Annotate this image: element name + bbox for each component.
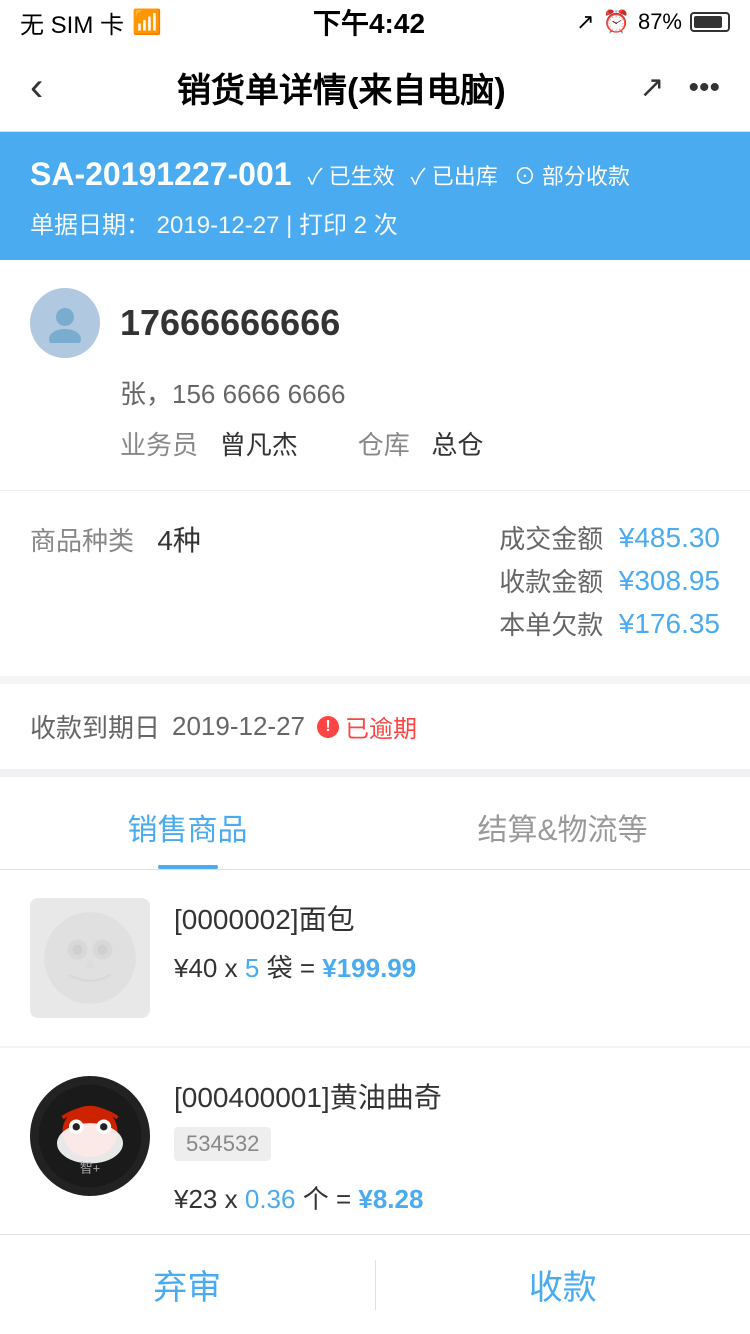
order-status-badges: ✓ 已生效 ✓ 已出库 ⊙ 部分收款 [308,159,630,191]
product-unit-price-2: ¥23 [174,1184,217,1214]
order-header: SA-20191227-001 ✓ 已生效 ✓ 已出库 ⊙ 部分收款 单据日期：… [0,132,750,260]
status-time: 下午4:42 [313,2,425,42]
customer-phone: 17666666666 [120,302,340,344]
category-value: 4种 [157,525,201,556]
share-icon[interactable]: ↗ [639,70,664,105]
product-thumbnail-1 [30,898,150,1018]
product-thumbnail-2: 智+ [30,1076,150,1196]
received-value: ¥308.95 [619,565,720,597]
order-date-value: 2019-12-27 [157,212,280,239]
table-row: [0000002]面包 ¥40 x 5 袋 = ¥199.99 [0,870,750,1046]
battery-label: 87% [638,9,682,35]
received-label: 收款金额 [499,562,603,599]
nav-bar: ‹ 销货单详情(来自电脑) ↗ ••• [0,44,750,132]
category-label: 商品种类 [30,526,134,556]
back-button[interactable]: ‹ [30,65,43,110]
warehouse-label: 仓库 [358,430,410,460]
product-list: [0000002]面包 ¥40 x 5 袋 = ¥199.99 [0,870,750,1244]
order-date-row: 单据日期： 2019-12-27 | 打印 2 次 [30,205,720,240]
confirm-button[interactable]: 收款 [376,1240,750,1329]
product-multiply-2: x [225,1184,245,1214]
tab-settlement[interactable]: 结算&物流等 [375,777,750,869]
badge-dispatched: ✓ 已出库 [411,159,498,191]
product-info-1: [0000002]面包 ¥40 x 5 袋 = ¥199.99 [174,898,720,985]
warehouse-value: 总仓 [431,430,483,460]
overdue-badge: ! 已逾期 [317,709,417,744]
order-date-label: 单据日期： [30,212,150,239]
badge-partial-payment: ⊙ 部分收款 [514,159,630,191]
page-title: 销货单详情(来自电脑) [177,63,506,112]
due-date-value: 2019-12-27 [172,711,305,742]
alarm-icon: ⏰ [603,9,630,35]
product-total-2: ¥8.28 [358,1184,423,1214]
status-right: ↗ ⏰ 87% [576,9,730,35]
more-icon[interactable]: ••• [688,71,720,105]
overdue-icon: ! [317,716,339,738]
carrier-label: 无 SIM 卡 [20,5,124,40]
product-price-1: ¥40 x 5 袋 = ¥199.99 [174,948,720,985]
product-name-1: [0000002]面包 [174,898,720,938]
order-id: SA-20191227-001 [30,156,292,193]
due-date-label: 收款到期日 [30,708,160,745]
product-name-2: [000400001]黄油曲奇 [174,1076,720,1116]
product-qty-2: 0.36 [245,1184,296,1214]
wifi-icon: 📶 [132,8,162,37]
battery-icon [690,12,730,32]
status-left: 无 SIM 卡 📶 [20,5,162,40]
table-row: 智+ [000400001]黄油曲奇 534532 ¥23 x 0.36 个 =… [0,1048,750,1244]
product-unit-1: 袋 [267,953,293,983]
location-icon: ↗ [576,9,594,35]
bottom-bar: 弃审 收款 [0,1234,750,1334]
avatar [30,288,100,358]
summary-card: 商品种类 4种 成交金额 ¥485.30 收款金额 ¥308.95 本单欠款 ¥… [0,491,750,684]
customer-card: 17666666666 张，156 6666 6666 业务员 曾凡杰 仓库 总… [0,260,750,491]
due-date-row: 收款到期日 2019-12-27 ! 已逾期 [0,684,750,777]
product-unit-price-1: ¥40 [174,953,217,983]
product-unit-2: 个 [303,1184,329,1214]
amount-value: ¥485.30 [619,522,720,554]
product-multiply-1: x [225,953,245,983]
tab-products[interactable]: 销售商品 [0,777,375,869]
sales-label: 业务员 [120,430,198,460]
product-equals-1: = [300,953,322,983]
debt-value: ¥176.35 [619,608,720,640]
print-count: | 打印 2 次 [286,212,398,239]
overdue-text: 已逾期 [345,709,417,744]
product-sku-2: 534532 [174,1127,271,1161]
badge-activated: ✓ 已生效 [308,159,395,191]
nav-actions: ↗ ••• [639,70,720,105]
product-qty-1: 5 [245,953,259,983]
sales-value: 曾凡杰 [220,430,298,460]
customer-sub-info: 张，156 6666 6666 [30,374,720,411]
customer-meta: 业务员 曾凡杰 仓库 总仓 [30,425,720,462]
product-equals-2: = [336,1184,358,1214]
product-info-2: [000400001]黄油曲奇 534532 ¥23 x 0.36 个 = ¥8… [174,1076,720,1216]
tabs: 销售商品 结算&物流等 [0,777,750,870]
cancel-button[interactable]: 弃审 [0,1240,375,1329]
product-total-1: ¥199.99 [322,953,416,983]
product-price-2: ¥23 x 0.36 个 = ¥8.28 [174,1179,720,1216]
amount-label: 成交金额 [499,519,603,556]
debt-label: 本单欠款 [499,605,603,642]
status-bar: 无 SIM 卡 📶 下午4:42 ↗ ⏰ 87% [0,0,750,44]
svg-text:智+: 智+ [80,1161,100,1176]
